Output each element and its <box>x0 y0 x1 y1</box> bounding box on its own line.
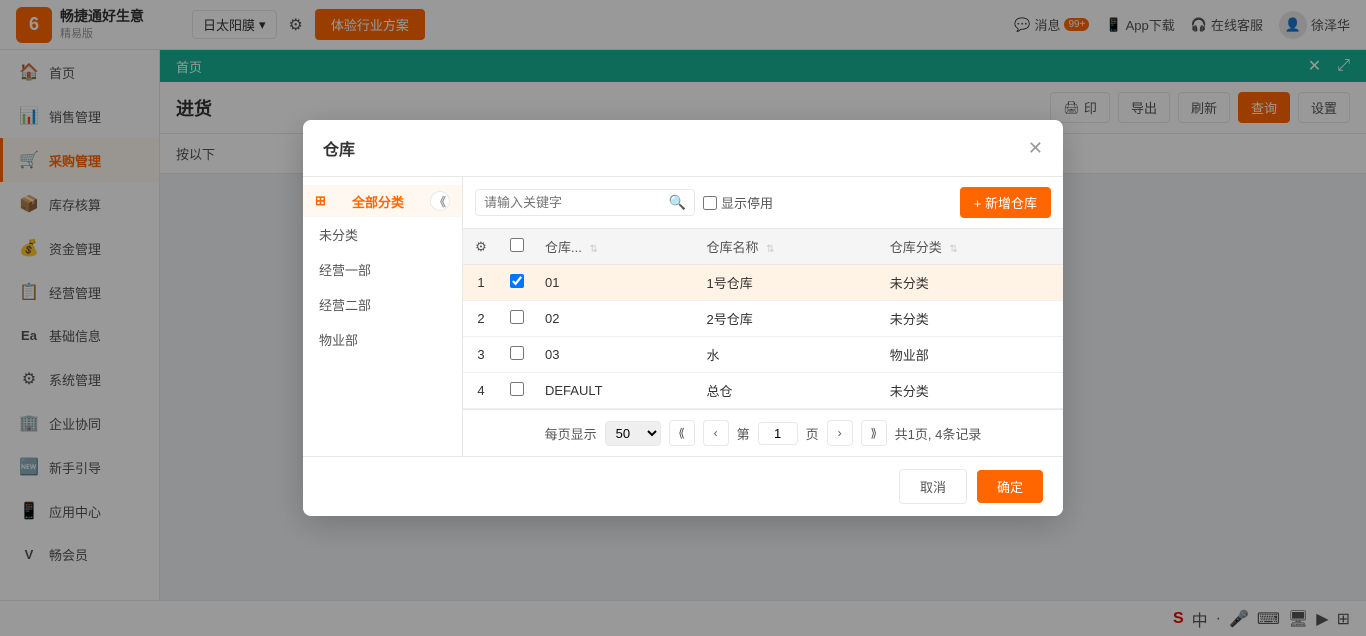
modal-body: ⊞ 全部分类 《 未分类 经营一部 经营二部 物业部 <box>303 177 1063 456</box>
category-panel: ⊞ 全部分类 《 未分类 经营一部 经营二部 物业部 <box>303 177 463 456</box>
category-all[interactable]: ⊞ 全部分类 《 <box>303 185 462 217</box>
row-category: 未分类 <box>880 301 1063 337</box>
modal-title: 仓库 <box>323 136 355 160</box>
col-checkbox <box>499 229 535 265</box>
show-disabled-label[interactable]: 显示停用 <box>703 193 773 212</box>
pagination: 每页显示 50 100 200 ⟪ ‹ 第 页 › ⟫ 共1页, 4条记录 <box>463 409 1063 456</box>
page-unit: 页 <box>806 424 819 443</box>
grid-icon: ⊞ <box>315 193 326 209</box>
modal-header: 仓库 ✕ <box>303 120 1063 177</box>
col-code: 仓库... ⇅ <box>535 229 696 265</box>
warehouse-modal: 仓库 ✕ ⊞ 全部分类 《 未分类 经营一部 经营二部 <box>303 120 1063 516</box>
col-name: 仓库名称 ⇅ <box>696 229 879 265</box>
row-name: 总仓 <box>696 373 879 409</box>
row-index: 4 <box>463 373 499 409</box>
select-all-checkbox[interactable] <box>510 238 524 252</box>
search-box[interactable]: 🔍 <box>475 189 695 216</box>
show-disabled-checkbox[interactable] <box>703 196 717 210</box>
row-code: 01 <box>535 265 696 301</box>
table-row[interactable]: 3 03 水 物业部 <box>463 337 1063 373</box>
row-name: 水 <box>696 337 879 373</box>
confirm-button[interactable]: 确定 <box>977 470 1043 503</box>
row-checkbox[interactable] <box>499 301 535 337</box>
sort-code-icon: ⇅ <box>589 244 597 255</box>
collapse-button[interactable]: 《 <box>430 191 450 211</box>
row-checkbox[interactable] <box>499 337 535 373</box>
category-ops1-label: 经营一部 <box>319 263 371 278</box>
row-name: 2号仓库 <box>696 301 879 337</box>
modal-overlay[interactable]: 仓库 ✕ ⊞ 全部分类 《 未分类 经营一部 经营二部 <box>0 0 1366 636</box>
sort-name-icon: ⇅ <box>766 244 774 255</box>
sort-category-icon: ⇅ <box>949 244 957 255</box>
page-input[interactable] <box>758 422 798 445</box>
category-ops2-label: 经营二部 <box>319 298 371 313</box>
category-all-label: 全部分类 <box>352 192 404 211</box>
table-toolbar: 🔍 显示停用 + 新增仓库 <box>463 177 1063 229</box>
row-index: 2 <box>463 301 499 337</box>
total-label: 共1页, 4条记录 <box>895 424 982 443</box>
per-page-select[interactable]: 50 100 200 <box>605 421 661 446</box>
row-index: 1 <box>463 265 499 301</box>
last-page-btn[interactable]: ⟫ <box>861 420 887 446</box>
col-settings: ⚙ <box>463 229 499 265</box>
cancel-button[interactable]: 取消 <box>899 469 967 504</box>
data-table: ⚙ 仓库... ⇅ 仓库名称 ⇅ <box>463 229 1063 409</box>
row-checkbox[interactable] <box>499 265 535 301</box>
search-icon: 🔍 <box>669 194 686 211</box>
category-property-label: 物业部 <box>319 333 358 348</box>
table-row[interactable]: 2 02 2号仓库 未分类 <box>463 301 1063 337</box>
category-unclassified[interactable]: 未分类 <box>303 217 462 252</box>
first-page-btn[interactable]: ⟪ <box>669 420 695 446</box>
row-index: 3 <box>463 337 499 373</box>
row-checkbox[interactable] <box>499 373 535 409</box>
add-warehouse-button[interactable]: + 新增仓库 <box>960 187 1051 218</box>
modal-close-button[interactable]: ✕ <box>1028 138 1043 159</box>
category-ops1[interactable]: 经营一部 <box>303 252 462 287</box>
page-label: 第 <box>737 424 750 443</box>
category-property[interactable]: 物业部 <box>303 322 462 357</box>
table-panel: 🔍 显示停用 + 新增仓库 ⚙ <box>463 177 1063 456</box>
next-page-btn[interactable]: › <box>827 420 853 446</box>
row-category: 未分类 <box>880 373 1063 409</box>
row-category: 未分类 <box>880 265 1063 301</box>
row-code: DEFAULT <box>535 373 696 409</box>
table-row[interactable]: 4 DEFAULT 总仓 未分类 <box>463 373 1063 409</box>
row-category: 物业部 <box>880 337 1063 373</box>
prev-page-btn[interactable]: ‹ <box>703 420 729 446</box>
category-unclassified-label: 未分类 <box>319 228 358 243</box>
row-code: 03 <box>535 337 696 373</box>
search-input[interactable] <box>484 195 669 210</box>
table-row[interactable]: 1 01 1号仓库 未分类 <box>463 265 1063 301</box>
row-code: 02 <box>535 301 696 337</box>
per-page-label: 每页显示 <box>545 424 597 443</box>
row-name: 1号仓库 <box>696 265 879 301</box>
modal-footer: 取消 确定 <box>303 456 1063 516</box>
category-ops2[interactable]: 经营二部 <box>303 287 462 322</box>
col-category: 仓库分类 ⇅ <box>880 229 1063 265</box>
